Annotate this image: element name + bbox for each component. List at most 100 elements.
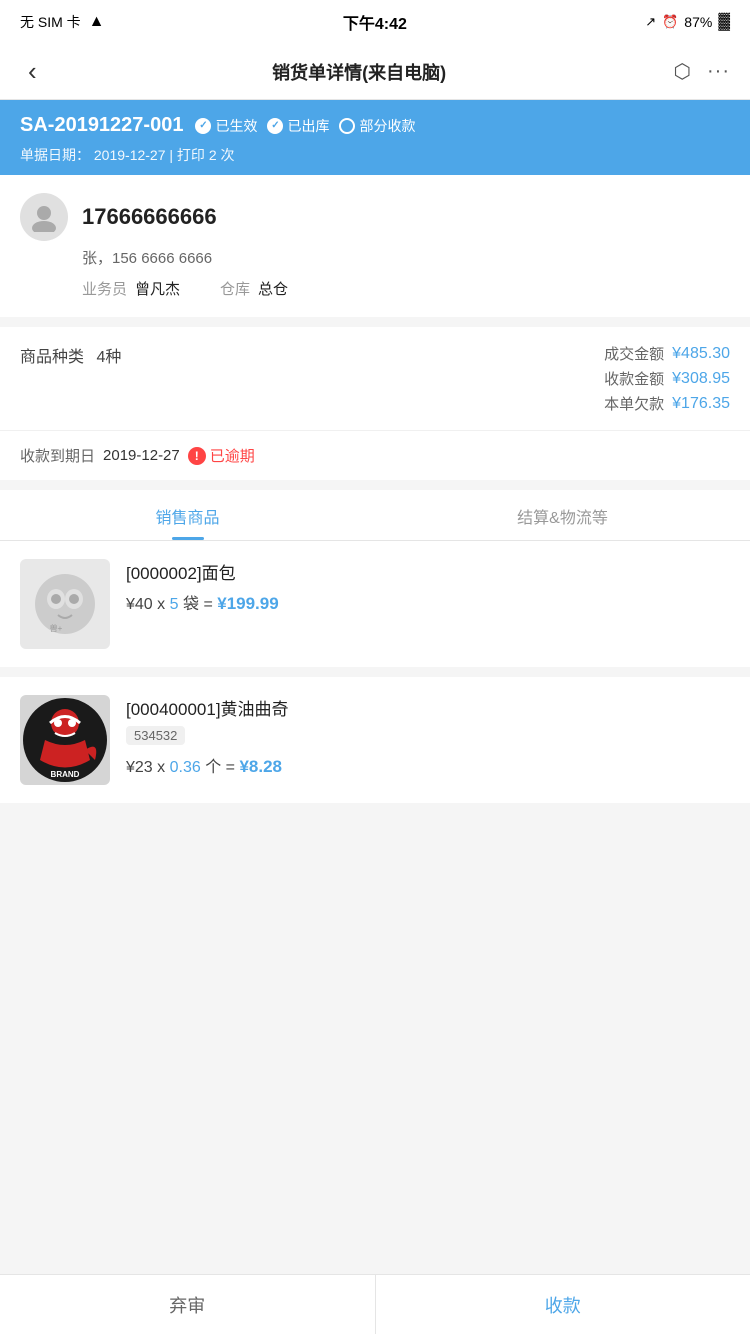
print-separator: | 打印 — [169, 147, 208, 163]
wifi-icon: ▲ — [89, 13, 105, 31]
warehouse-value: 总仓 — [258, 278, 288, 299]
status-bar: 无 SIM 卡 ▲ 下午4:42 ↗ ⏰ 87% ▓ — [0, 0, 750, 44]
amount-value: ¥485.30 — [672, 345, 730, 363]
amount-line: 成交金额 ¥485.30 — [604, 343, 730, 364]
alarm-icon: ⏰ — [662, 14, 678, 30]
salesperson-label: 业务员 — [82, 278, 127, 299]
product-unit-1: 袋 — [183, 596, 199, 613]
overdue-badge: ! 已逾期 — [188, 445, 255, 466]
received-line: 收款金额 ¥308.95 — [604, 368, 730, 389]
customer-row: 17666666666 — [20, 193, 730, 241]
warehouse-item: 仓库 总仓 — [220, 278, 288, 299]
print-suffix: 次 — [221, 147, 235, 163]
debt-line: 本单欠款 ¥176.35 — [604, 393, 730, 414]
overdue-date: 2019-12-27 — [103, 447, 180, 464]
battery-label: 87% — [684, 14, 712, 30]
overdue-section: 收款到期日 2019-12-27 ! 已逾期 — [0, 430, 750, 480]
product-info-1: [0000002]面包 ¥40 x 5 袋 = ¥199.99 — [126, 559, 730, 614]
customer-sub-info: 张，156 6666 6666 — [82, 247, 730, 268]
received-value: ¥308.95 — [672, 370, 730, 388]
price-separator-2: x — [157, 759, 169, 776]
back-button[interactable]: ‹ — [20, 48, 45, 95]
stats-section: 商品种类 4种 成交金额 ¥485.30 收款金额 ¥308.95 本单欠款 ¥… — [0, 327, 750, 430]
stats-left: 商品种类 4种 — [20, 343, 121, 369]
salesperson-item: 业务员 曾凡杰 — [82, 278, 180, 299]
product-name-2: [000400001]黄油曲奇 — [126, 695, 730, 720]
product-price-row-2: ¥23 x 0.36 个 = ¥8.28 — [126, 753, 730, 777]
overdue-text: 已逾期 — [210, 445, 255, 466]
status-left: 无 SIM 卡 ▲ — [20, 12, 105, 32]
status-time: 下午4:42 — [343, 10, 407, 34]
product-qty-2: 0.36 — [170, 759, 201, 776]
equals-1: = — [203, 596, 217, 613]
tabs-row: 销售商品 结算&物流等 — [0, 490, 750, 541]
user-icon — [29, 202, 59, 232]
salesperson-value: 曾凡杰 — [135, 278, 180, 299]
stats-right: 成交金额 ¥485.30 收款金额 ¥308.95 本单欠款 ¥176.35 — [604, 343, 730, 414]
effective-check-icon — [195, 118, 211, 134]
share-icon[interactable]: ⬡ — [674, 59, 691, 84]
product-unit-2: 个 — [205, 759, 221, 776]
product-img-owl-icon: 兽+ — [30, 569, 100, 639]
equals-2: = — [226, 759, 240, 776]
customer-phone: 17666666666 — [82, 204, 217, 230]
tabs-section: 销售商品 结算&物流等 — [0, 490, 750, 541]
sim-label: 无 SIM 卡 — [20, 12, 81, 32]
product-image-1: 兽+ — [20, 559, 110, 649]
overdue-exclamation-icon: ! — [188, 447, 206, 465]
page-title: 销货单详情(来自电脑) — [272, 59, 446, 85]
order-date: 2019-12-27 — [94, 147, 166, 163]
svg-text:兽+: 兽+ — [50, 623, 63, 633]
date-label: 单据日期： — [20, 147, 90, 163]
debt-label: 本单欠款 — [604, 393, 664, 414]
customer-section: 17666666666 张，156 6666 6666 业务员 曾凡杰 仓库 总… — [0, 175, 750, 317]
received-label: 收款金额 — [604, 368, 664, 389]
banner-date-row: 单据日期： 2019-12-27 | 打印 2 次 — [20, 145, 730, 165]
product-qty-1: 5 — [170, 596, 179, 613]
nav-actions: ⬡ ··· — [674, 59, 730, 84]
partial-clock-icon — [339, 118, 355, 134]
banner-row1: SA-20191227-001 已生效 已出库 部分收款 — [20, 114, 730, 137]
overdue-label: 收款到期日 — [20, 445, 95, 466]
product-types-value: 4种 — [96, 349, 121, 366]
stats-row: 商品种类 4种 成交金额 ¥485.30 收款金额 ¥308.95 本单欠款 ¥… — [20, 343, 730, 414]
badge-effective: 已生效 — [195, 116, 257, 136]
print-count: 2 — [209, 147, 217, 163]
tab-sales-products[interactable]: 销售商品 — [0, 490, 375, 540]
battery-icon: ▓ — [718, 13, 730, 31]
bottom-bar: 弃审 收款 — [0, 1274, 750, 1334]
svg-text:BRAND: BRAND — [51, 770, 80, 779]
product-img-branded-icon: BRAND — [20, 695, 110, 785]
product-card-1: 兽+ [0000002]面包 ¥40 x 5 袋 = ¥199.99 — [0, 541, 750, 667]
product-info-2: [000400001]黄油曲奇 534532 ¥23 x 0.36 个 = ¥8… — [126, 695, 730, 777]
price-separator-1: x — [157, 596, 169, 613]
product-total-2: ¥8.28 — [239, 757, 282, 776]
badge-partial: 部分收款 — [339, 116, 415, 136]
product-image-2: BRAND — [20, 695, 110, 785]
location-icon: ↗ — [645, 14, 656, 30]
badge-shipped: 已出库 — [267, 116, 329, 136]
status-badges: 已生效 已出库 部分收款 — [195, 116, 415, 136]
products-section: 兽+ [0000002]面包 ¥40 x 5 袋 = ¥199.99 — [0, 541, 750, 803]
debt-value: ¥176.35 — [672, 395, 730, 413]
product-card-2: BRAND [000400001]黄油曲奇 534532 ¥23 x 0.36 … — [0, 677, 750, 803]
collect-payment-button[interactable]: 收款 — [376, 1274, 750, 1334]
product-price-1: ¥40 — [126, 596, 153, 613]
product-types-row: 商品种类 4种 — [20, 343, 121, 367]
header-banner: SA-20191227-001 已生效 已出库 部分收款 单据日期： 2019-… — [0, 100, 750, 175]
warehouse-label: 仓库 — [220, 278, 250, 299]
product-price-row-1: ¥40 x 5 袋 = ¥199.99 — [126, 590, 730, 614]
customer-meta: 业务员 曾凡杰 仓库 总仓 — [82, 278, 730, 299]
product-types-label: 商品种类 — [20, 349, 84, 366]
abandon-review-button[interactable]: 弃审 — [0, 1274, 376, 1334]
product-price-2: ¥23 — [126, 759, 153, 776]
order-id: SA-20191227-001 — [20, 114, 183, 137]
more-icon[interactable]: ··· — [707, 60, 730, 83]
product-total-1: ¥199.99 — [217, 594, 278, 613]
product-tag-2: 534532 — [126, 726, 185, 745]
nav-bar: ‹ 销货单详情(来自电脑) ⬡ ··· — [0, 44, 750, 100]
avatar — [20, 193, 68, 241]
tab-settlement[interactable]: 结算&物流等 — [375, 490, 750, 540]
shipped-check-icon — [267, 118, 283, 134]
product-name-1: [0000002]面包 — [126, 559, 730, 584]
